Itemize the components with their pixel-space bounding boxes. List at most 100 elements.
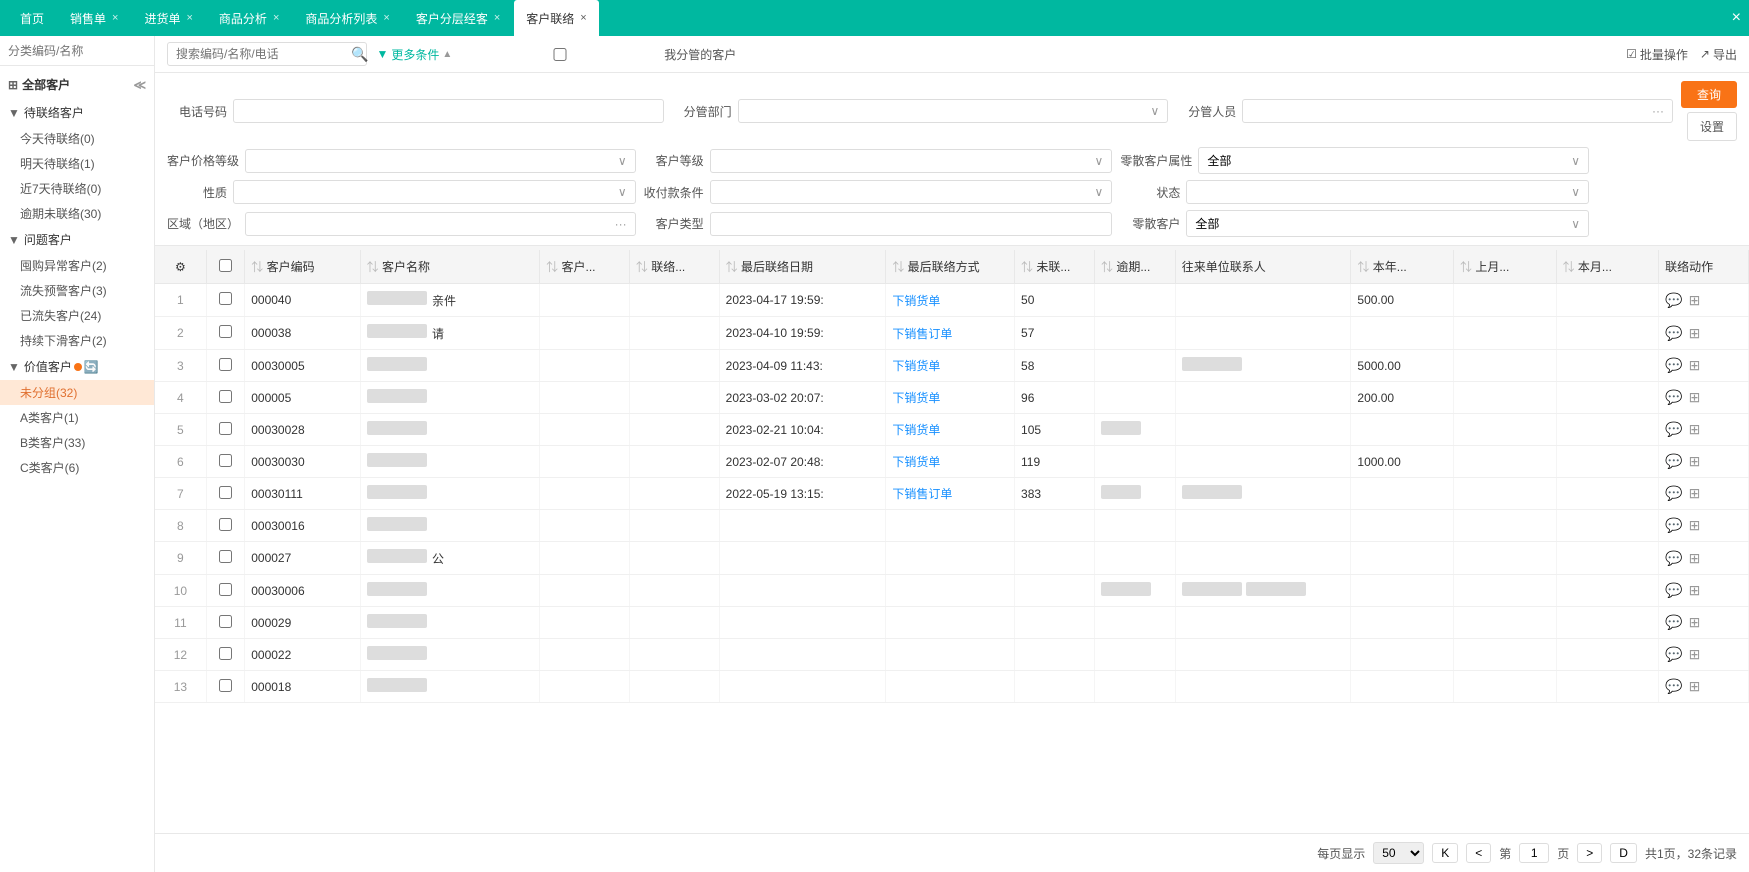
message-icon[interactable]: 💬 xyxy=(1665,646,1682,663)
row-check[interactable] xyxy=(219,518,232,531)
sidebar-section-problem[interactable]: ▼ 问题客户 xyxy=(0,226,154,253)
grid-action-icon[interactable]: ⊞ xyxy=(1689,325,1701,342)
tab-customer-contact[interactable]: 客户联络 × xyxy=(514,0,598,36)
sidebar-item-class-b[interactable]: B类客户(33) xyxy=(0,430,154,455)
sidebar-section-value[interactable]: ▼ 价值客户 🔄 xyxy=(0,353,154,380)
sidebar-item-today[interactable]: 今天待联络(0) xyxy=(0,126,154,151)
message-icon[interactable]: 💬 xyxy=(1665,292,1682,309)
last-page-button[interactable]: D xyxy=(1610,843,1637,863)
region-select[interactable]: ··· xyxy=(245,212,636,236)
prev-page-button[interactable]: < xyxy=(1466,843,1491,863)
col-checkbox[interactable] xyxy=(206,250,244,284)
row-checkbox[interactable] xyxy=(206,639,244,671)
row-checkbox[interactable] xyxy=(206,607,244,639)
tab-home[interactable]: 首页 xyxy=(8,0,56,36)
row-checkbox[interactable] xyxy=(206,414,244,446)
last-way-link[interactable]: 下销货单 xyxy=(892,423,940,437)
person-select[interactable]: ··· xyxy=(1242,99,1673,123)
grid-action-icon[interactable]: ⊞ xyxy=(1689,292,1701,309)
grid-action-icon[interactable]: ⊞ xyxy=(1689,646,1701,663)
grid-action-icon[interactable]: ⊞ xyxy=(1689,517,1701,534)
close-icon[interactable]: × xyxy=(494,12,500,24)
message-icon[interactable]: 💬 xyxy=(1665,614,1682,631)
tab-customer-tier[interactable]: 客户分层经客 × xyxy=(404,0,512,36)
payment-select[interactable]: ∨ xyxy=(710,180,1113,204)
row-checkbox[interactable] xyxy=(206,510,244,542)
row-check[interactable] xyxy=(219,292,232,305)
tab-goods-analysis-list[interactable]: 商品分析列表 × xyxy=(293,0,401,36)
grid-action-icon[interactable]: ⊞ xyxy=(1689,421,1701,438)
sidebar-item-class-c[interactable]: C类客户(6) xyxy=(0,455,154,480)
row-check[interactable] xyxy=(219,615,232,628)
tab-purchase[interactable]: 进货单 × xyxy=(132,0,204,36)
close-icon[interactable]: × xyxy=(580,12,586,24)
grid-action-icon[interactable]: ⊞ xyxy=(1689,614,1701,631)
grid-action-icon[interactable]: ⊞ xyxy=(1689,550,1701,567)
next-page-button[interactable]: > xyxy=(1577,843,1602,863)
retail-customer-select[interactable]: 全部 ∨ xyxy=(1186,210,1589,237)
row-checkbox[interactable] xyxy=(206,350,244,382)
my-customers-checkbox[interactable]: 我分管的客户 xyxy=(460,46,736,63)
row-checkbox[interactable] xyxy=(206,382,244,414)
price-level-select[interactable]: ∨ xyxy=(245,149,636,173)
grid-action-icon[interactable]: ⊞ xyxy=(1689,678,1701,695)
row-check[interactable] xyxy=(219,325,232,338)
row-check[interactable] xyxy=(219,647,232,660)
message-icon[interactable]: 💬 xyxy=(1665,357,1682,374)
grid-action-icon[interactable]: ⊞ xyxy=(1689,453,1701,470)
row-checkbox[interactable] xyxy=(206,478,244,510)
per-page-select[interactable]: 50 20 100 xyxy=(1373,842,1424,864)
close-all-button[interactable]: × xyxy=(1732,9,1741,27)
close-icon[interactable]: × xyxy=(273,12,279,24)
sidebar-item-class-a[interactable]: A类客户(1) xyxy=(0,405,154,430)
message-icon[interactable]: 💬 xyxy=(1665,325,1682,342)
row-checkbox[interactable] xyxy=(206,542,244,575)
sidebar-item-overdue[interactable]: 逾期未联络(30) xyxy=(0,201,154,226)
last-way-link[interactable]: 下销售订单 xyxy=(892,327,952,341)
message-icon[interactable]: 💬 xyxy=(1665,550,1682,567)
my-customers-check[interactable] xyxy=(460,48,660,61)
sidebar-item-churned[interactable]: 已流失客户(24) xyxy=(0,303,154,328)
sidebar-item-churn-warn[interactable]: 流失预警客户(3) xyxy=(0,278,154,303)
sidebar-item-7days[interactable]: 近7天待联络(0) xyxy=(0,176,154,201)
message-icon[interactable]: 💬 xyxy=(1665,485,1682,502)
message-icon[interactable]: 💬 xyxy=(1665,517,1682,534)
row-check[interactable] xyxy=(219,486,232,499)
phone-input[interactable] xyxy=(233,99,664,123)
reset-button[interactable]: 设置 xyxy=(1687,112,1737,141)
row-checkbox[interactable] xyxy=(206,317,244,350)
grid-action-icon[interactable]: ⊞ xyxy=(1689,582,1701,599)
col-settings[interactable]: ⚙ xyxy=(155,250,206,284)
row-check[interactable] xyxy=(219,550,232,563)
grid-action-icon[interactable]: ⊞ xyxy=(1689,389,1701,406)
retail-attr-select[interactable]: 全部 ∨ xyxy=(1198,147,1589,174)
last-way-link[interactable]: 下销货单 xyxy=(892,294,940,308)
message-icon[interactable]: 💬 xyxy=(1665,453,1682,470)
message-icon[interactable]: 💬 xyxy=(1665,678,1682,695)
customer-type-input[interactable] xyxy=(710,212,1113,236)
tab-sales[interactable]: 销售单 × xyxy=(58,0,130,36)
settings-gear-icon[interactable]: ⚙ xyxy=(175,260,186,274)
sidebar-item-ungrouped[interactable]: 未分组(32) xyxy=(0,380,154,405)
grid-action-icon[interactable]: ⊞ xyxy=(1689,357,1701,374)
sidebar-item-abnormal[interactable]: 囤购异常客户(2) xyxy=(0,253,154,278)
export-button[interactable]: ↗ 导出 xyxy=(1700,46,1737,63)
page-input[interactable] xyxy=(1519,843,1549,863)
more-conditions-button[interactable]: ▼ 更多条件 ▲ xyxy=(376,46,452,63)
row-checkbox[interactable] xyxy=(206,575,244,607)
sidebar-all-customers[interactable]: ⊞ 全部客户 ≪ xyxy=(0,70,154,99)
sidebar-item-declining[interactable]: 持续下滑客户(2) xyxy=(0,328,154,353)
close-icon[interactable]: × xyxy=(112,12,118,24)
sidebar-item-tomorrow[interactable]: 明天待联络(1) xyxy=(0,151,154,176)
search-input[interactable] xyxy=(167,42,367,66)
tab-goods-analysis[interactable]: 商品分析 × xyxy=(207,0,291,36)
grid-action-icon[interactable]: ⊞ xyxy=(1689,485,1701,502)
row-check[interactable] xyxy=(219,390,232,403)
row-checkbox[interactable] xyxy=(206,446,244,478)
search-button[interactable]: 查询 xyxy=(1681,81,1737,108)
row-checkbox[interactable] xyxy=(206,284,244,317)
row-check[interactable] xyxy=(219,679,232,692)
nature-select[interactable]: ∨ xyxy=(233,180,636,204)
sidebar-search-input[interactable] xyxy=(8,44,155,58)
search-icon[interactable]: 🔍 xyxy=(351,46,368,63)
